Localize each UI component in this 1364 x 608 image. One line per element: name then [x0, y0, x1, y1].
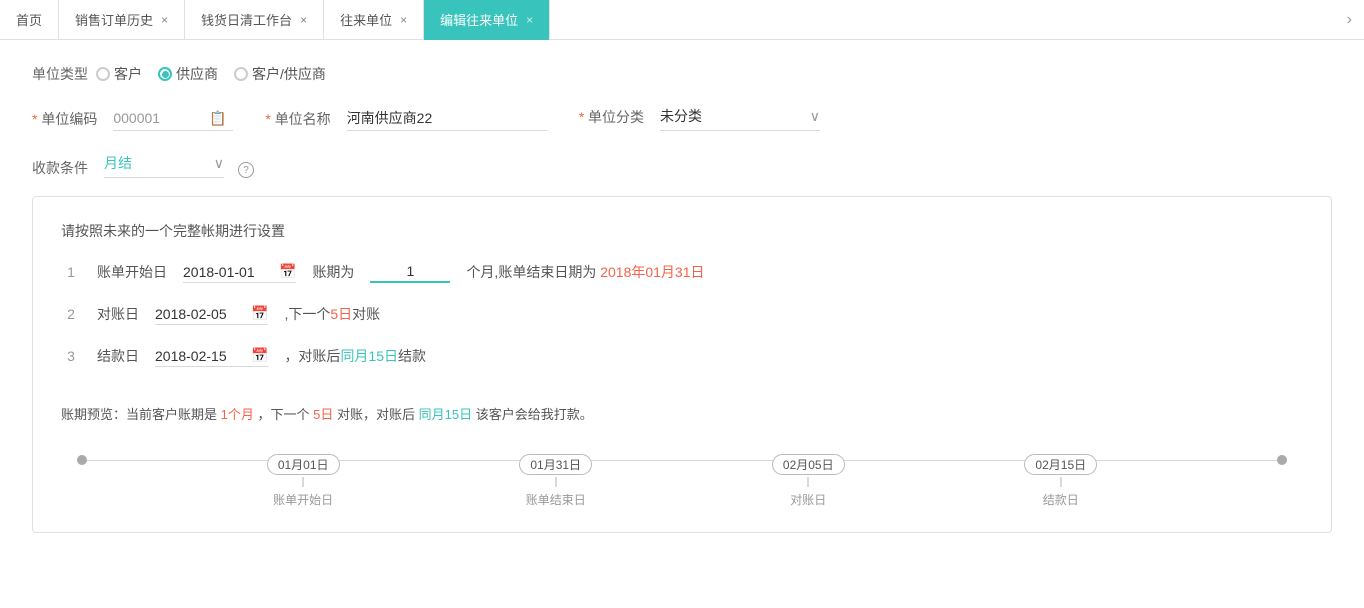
timeline-sublabel-4: 结款日	[1043, 491, 1079, 508]
timeline-node-4: 02月15日 结款日	[1024, 454, 1097, 508]
period-for-label: 账期为	[312, 262, 354, 282]
start-date-input[interactable]	[183, 264, 273, 280]
radio-both[interactable]: 客户/供应商	[234, 64, 326, 84]
period-end-date-highlight: 2018年01月31日	[600, 264, 704, 280]
tab-cash-work-close[interactable]: ×	[300, 13, 307, 27]
timeline-node-1: 01月01日 账单开始日	[267, 454, 340, 508]
period-row-2: 2 对账日 📅 ,下一个5日对账	[61, 303, 1303, 325]
tab-edit-partner[interactable]: 编辑往来单位 ×	[424, 0, 550, 40]
tab-order-history-close[interactable]: ×	[161, 13, 168, 27]
unit-category-arrow: ∨	[810, 108, 820, 125]
unit-code-input[interactable]	[113, 106, 203, 130]
timeline-badge-2: 01月31日	[519, 454, 592, 475]
radio-customer-circle	[96, 67, 110, 81]
tab-expand-button[interactable]: ›	[1335, 11, 1364, 29]
period-row-1: 1 账单开始日 📅 账期为 个月,账单结束日期为 2018年01月31日	[61, 261, 1303, 283]
payment-terms-value: 月结	[104, 153, 214, 173]
tabs-bar: 首页 销售订单历史 × 钱货日清工作台 × 往来单位 × 编辑往来单位 × ›	[0, 0, 1364, 40]
payment-terms-label: 收款条件	[32, 158, 88, 178]
timeline-start-dot	[77, 455, 87, 465]
timeline-tick-3	[807, 477, 809, 487]
preview-section: 账期预览：当前客户账期是 1个月 ，下一个 5日 对账，对账后 同月15日 该客…	[61, 387, 1303, 426]
unit-type-label: 单位类型	[32, 64, 88, 84]
reconcile-date-label: 对账日	[97, 304, 139, 324]
tab-order-history[interactable]: 销售订单历史 ×	[59, 0, 185, 40]
timeline-node-3: 02月05日 对账日	[772, 454, 845, 508]
period-unit-label: 个月,账单结束日期为 2018年01月31日	[466, 262, 704, 282]
radio-supplier[interactable]: 供应商	[158, 64, 218, 84]
unit-category-label: 单位分类	[579, 107, 644, 127]
tab-cash-work[interactable]: 钱货日清工作台 ×	[185, 0, 324, 40]
reconcile-date-input[interactable]	[155, 306, 245, 322]
period-num-1: 1	[61, 264, 81, 280]
reconcile-date-desc: ,下一个5日对账	[284, 304, 380, 324]
tab-partner-list-close[interactable]: ×	[400, 13, 407, 27]
payment-terms-row: 收款条件 月结 ∨ ?	[32, 149, 1332, 178]
timeline-tick-4	[1060, 477, 1062, 487]
tab-edit-partner-close[interactable]: ×	[526, 13, 533, 27]
page-content: 单位类型 客户 供应商 客户/供应商 单位编码 📋 单位	[0, 40, 1364, 608]
unit-info-row: 单位编码 📋 单位名称 单位分类 未分类 ∨	[32, 102, 1332, 131]
payment-terms-arrow: ∨	[214, 155, 224, 172]
payment-date-calendar-icon[interactable]: 📅	[251, 347, 268, 364]
payment-date-field: 📅	[155, 345, 268, 367]
unit-name-input[interactable]	[347, 106, 547, 130]
period-row-3: 3 结款日 📅 ，对账后同月15日结款	[61, 345, 1303, 367]
unit-name-label: 单位名称	[265, 109, 330, 129]
payment-terms-help-icon[interactable]: ?	[238, 162, 254, 178]
unit-code-icon: 📋	[209, 110, 226, 127]
timeline-sublabel-3: 对账日	[790, 491, 826, 508]
tab-partner-list[interactable]: 往来单位 ×	[324, 0, 424, 40]
period-num-2: 2	[61, 306, 81, 322]
period-num-3: 3	[61, 348, 81, 364]
radio-both-circle	[234, 67, 248, 81]
timeline-badge-1: 01月01日	[267, 454, 340, 475]
unit-category-dropdown[interactable]: 未分类 ∨	[660, 102, 820, 131]
timeline-badge-4: 02月15日	[1024, 454, 1097, 475]
tab-home[interactable]: 首页	[0, 0, 59, 40]
unit-type-row: 单位类型 客户 供应商 客户/供应商	[32, 64, 1332, 84]
start-date-label: 账单开始日	[97, 262, 167, 282]
reconcile-date-field: 📅	[155, 303, 268, 325]
payment-date-label: 结款日	[97, 346, 139, 366]
reconcile-date-calendar-icon[interactable]: 📅	[251, 305, 268, 322]
radio-supplier-circle	[158, 67, 172, 81]
timeline-tick-1	[302, 477, 304, 487]
timeline-node-2: 01月31日 账单结束日	[519, 454, 592, 508]
period-settings-panel: 请按照未来的一个完整帐期进行设置 1 账单开始日 📅 账期为 个月,账单结束日期…	[32, 196, 1332, 533]
timeline-sublabel-1: 账单开始日	[273, 491, 333, 508]
preview-text: 账期预览：当前客户账期是 1个月 ，下一个 5日 对账，对账后 同月15日 该客…	[61, 403, 1303, 426]
timeline-tick-2	[555, 477, 557, 487]
period-months-input[interactable]	[370, 261, 450, 283]
radio-customer[interactable]: 客户	[96, 64, 142, 84]
panel-title: 请按照未来的一个完整帐期进行设置	[61, 221, 1303, 241]
timeline-end-dot	[1277, 455, 1287, 465]
start-date-calendar-icon[interactable]: 📅	[279, 263, 296, 280]
unit-type-radio-group: 客户 供应商 客户/供应商	[96, 64, 326, 84]
timeline-badge-3: 02月05日	[772, 454, 845, 475]
payment-date-desc: ，对账后同月15日结款	[284, 346, 426, 366]
unit-code-field: 📋	[113, 106, 233, 131]
payment-terms-select[interactable]: 月结 ∨	[104, 149, 224, 178]
start-date-field: 📅	[183, 261, 296, 283]
payment-date-input[interactable]	[155, 348, 245, 364]
unit-code-label: 单位编码	[32, 109, 97, 129]
unit-category-value: 未分类	[660, 106, 802, 126]
timeline-sublabel-2: 账单结束日	[526, 491, 586, 508]
